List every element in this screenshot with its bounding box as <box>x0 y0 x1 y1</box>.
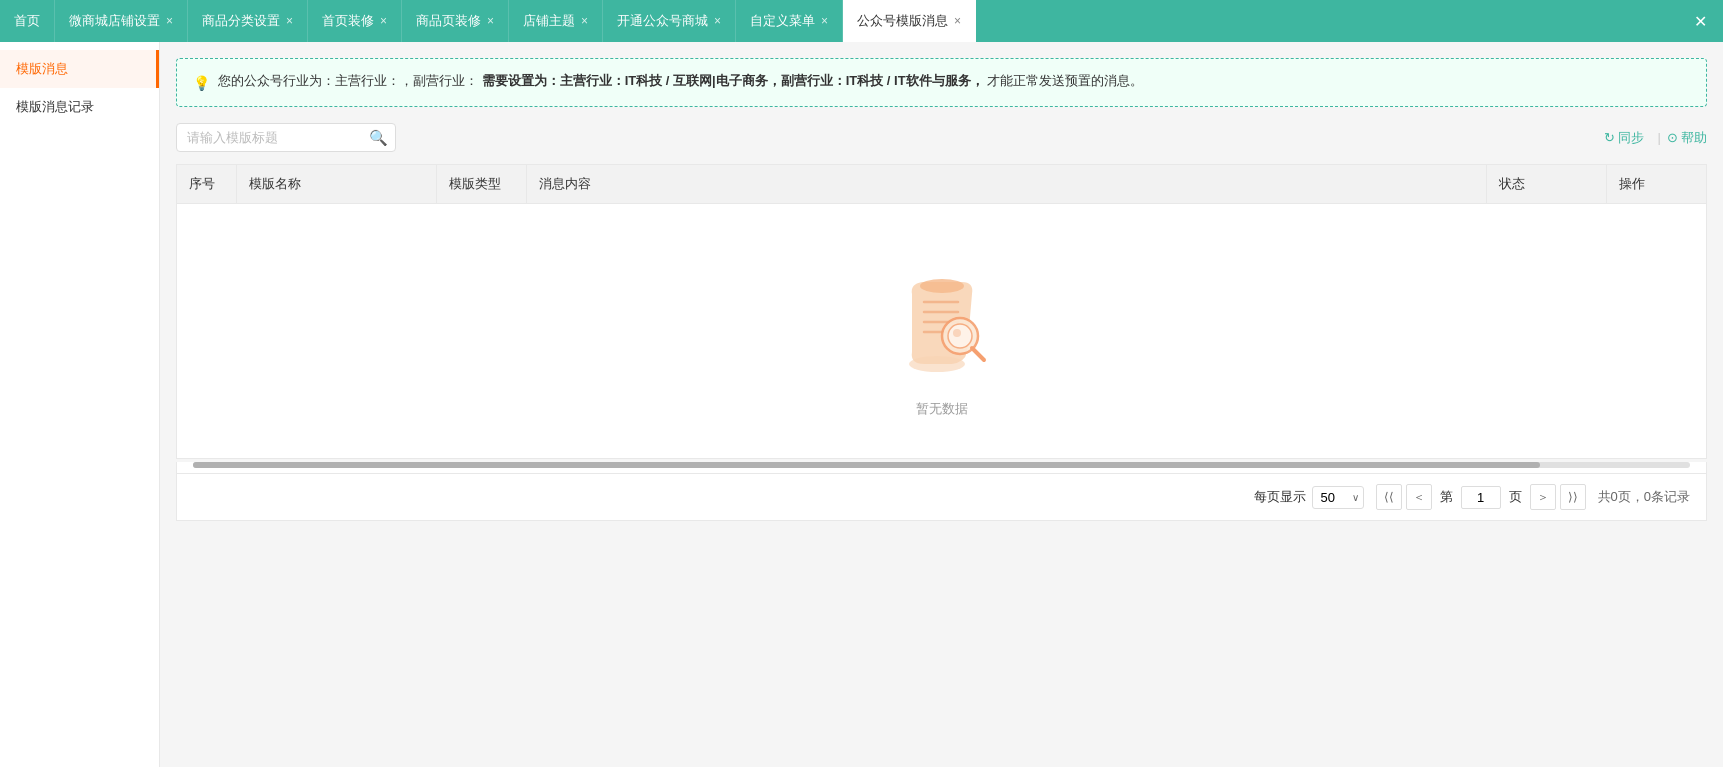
svg-point-7 <box>948 324 972 348</box>
col-header-name: 模版名称 <box>237 165 437 204</box>
page-prefix: 第 <box>1440 488 1453 506</box>
divider: | <box>1658 130 1661 145</box>
pagination-bar: 每页显示 10 20 50 100 ⟨⟨ ＜ 第 页 ＞ ⟩⟩ 共0页，0条记录 <box>176 474 1707 521</box>
nav-tab-home-label: 首页 <box>14 12 40 30</box>
per-page-label: 每页显示 <box>1254 488 1306 506</box>
nav-tab-homepage-decor[interactable]: 首页装修 × <box>308 0 402 42</box>
empty-text: 暂无数据 <box>916 400 968 418</box>
data-table: 序号 模版名称 模版类型 消息内容 状态 操作 <box>176 164 1707 459</box>
nav-tab-category-settings-close[interactable]: × <box>286 14 293 28</box>
nav-tab-shop-settings[interactable]: 微商城店铺设置 × <box>55 0 188 42</box>
col-header-content: 消息内容 <box>527 165 1487 204</box>
nav-tab-shop-settings-close[interactable]: × <box>166 14 173 28</box>
nav-tab-custom-menu-close[interactable]: × <box>821 14 828 28</box>
nav-tab-home[interactable]: 首页 <box>0 0 55 42</box>
sidebar-item-template-msg-record[interactable]: 模版消息记录 <box>0 88 159 126</box>
info-banner: 💡 您的公众号行业为：主营行业：，副营行业： 需要设置为：主营行业：IT科技 /… <box>176 58 1707 107</box>
col-header-status: 状态 <box>1487 165 1607 204</box>
nav-tab-shop-theme[interactable]: 店铺主题 × <box>509 0 603 42</box>
search-bar-right: ↻ 同步 | ⊙ 帮助 <box>1604 129 1707 147</box>
search-input[interactable] <box>176 123 396 152</box>
nav-tab-shop-theme-label: 店铺主题 <box>523 12 575 30</box>
col-header-type: 模版类型 <box>437 165 527 204</box>
help-button[interactable]: ⊙ 帮助 <box>1667 129 1707 147</box>
total-label: 共0页，0条记录 <box>1598 488 1690 506</box>
nav-tab-category-settings[interactable]: 商品分类设置 × <box>188 0 308 42</box>
sidebar: 模版消息 模版消息记录 <box>0 42 160 767</box>
info-banner-prefix: 您的公众号行业为：主营行业：，副营行业： <box>218 73 478 88</box>
current-page-input[interactable] <box>1461 486 1501 509</box>
first-page-button[interactable]: ⟨⟨ <box>1376 484 1402 510</box>
per-page-select-wrap: 10 20 50 100 <box>1312 486 1364 509</box>
empty-illustration <box>882 264 1002 384</box>
search-input-wrap: 🔍 <box>176 123 396 152</box>
nav-tab-homepage-decor-close[interactable]: × <box>380 14 387 28</box>
nav-tab-shop-settings-label: 微商城店铺设置 <box>69 12 160 30</box>
sidebar-item-template-msg-record-label: 模版消息记录 <box>16 99 94 114</box>
prev-page-button[interactable]: ＜ <box>1406 484 1432 510</box>
info-banner-suffix: 才能正常发送预置的消息。 <box>987 73 1143 88</box>
sync-icon: ↻ <box>1604 130 1615 145</box>
sidebar-item-template-msg-label: 模版消息 <box>16 61 68 76</box>
content-area: 💡 您的公众号行业为：主营行业：，副营行业： 需要设置为：主营行业：IT科技 /… <box>160 42 1723 767</box>
search-bar-left: 🔍 <box>176 123 396 152</box>
nav-tab-wechat-template-msg-close[interactable]: × <box>954 14 961 28</box>
scrollbar-thumb[interactable] <box>193 462 1540 468</box>
global-close-button[interactable]: ✕ <box>1678 12 1723 31</box>
top-nav: 首页 微商城店铺设置 × 商品分类设置 × 首页装修 × 商品页装修 × 店铺主… <box>0 0 1723 42</box>
nav-tab-homepage-decor-label: 首页装修 <box>322 12 374 30</box>
svg-point-9 <box>953 329 961 337</box>
nav-tab-open-wechat-shop-label: 开通公众号商城 <box>617 12 708 30</box>
nav-tab-wechat-template-msg[interactable]: 公众号模版消息 × <box>843 0 976 42</box>
sync-button[interactable]: ↻ 同步 <box>1604 129 1644 147</box>
info-banner-highlight: 需要设置为：主营行业：IT科技 / 互联网|电子商务，副营行业：IT科技 / I… <box>482 73 984 88</box>
search-icon: 🔍 <box>369 129 388 146</box>
col-header-index: 序号 <box>177 165 237 204</box>
sync-label: 同步 <box>1618 129 1644 147</box>
nav-tab-product-page-decor[interactable]: 商品页装修 × <box>402 0 509 42</box>
empty-state: 暂无数据 <box>177 204 1706 458</box>
sidebar-item-template-msg[interactable]: 模版消息 <box>0 50 159 88</box>
page-suffix: 页 <box>1509 488 1522 506</box>
nav-tab-shop-theme-close[interactable]: × <box>581 14 588 28</box>
svg-point-1 <box>920 279 964 293</box>
pager: ⟨⟨ ＜ 第 页 ＞ ⟩⟩ <box>1376 484 1586 510</box>
search-bar: 🔍 ↻ 同步 | ⊙ 帮助 <box>176 123 1707 152</box>
table-header-row: 序号 模版名称 模版类型 消息内容 状态 操作 <box>177 165 1707 204</box>
bulb-icon: 💡 <box>193 72 210 94</box>
col-header-action: 操作 <box>1607 165 1707 204</box>
nav-tab-custom-menu-label: 自定义菜单 <box>750 12 815 30</box>
nav-tab-product-page-decor-label: 商品页装修 <box>416 12 481 30</box>
nav-tab-open-wechat-shop[interactable]: 开通公众号商城 × <box>603 0 736 42</box>
search-button[interactable]: 🔍 <box>369 129 388 147</box>
help-icon: ⊙ <box>1667 130 1678 145</box>
nav-tab-product-page-decor-close[interactable]: × <box>487 14 494 28</box>
next-page-button[interactable]: ＞ <box>1530 484 1556 510</box>
main-layout: 模版消息 模版消息记录 💡 您的公众号行业为：主营行业：，副营行业： 需要设置为… <box>0 42 1723 767</box>
empty-state-row: 暂无数据 <box>177 204 1707 459</box>
help-label: 帮助 <box>1681 129 1707 147</box>
svg-line-8 <box>972 348 984 360</box>
nav-tab-category-settings-label: 商品分类设置 <box>202 12 280 30</box>
info-banner-text: 您的公众号行业为：主营行业：，副营行业： 需要设置为：主营行业：IT科技 / 互… <box>218 71 1143 92</box>
scrollbar-area <box>176 462 1707 474</box>
last-page-button[interactable]: ⟩⟩ <box>1560 484 1586 510</box>
scrollbar-track <box>193 462 1690 468</box>
nav-tab-wechat-template-msg-label: 公众号模版消息 <box>857 12 948 30</box>
per-page-select[interactable]: 10 20 50 100 <box>1312 486 1364 509</box>
nav-tab-open-wechat-shop-close[interactable]: × <box>714 14 721 28</box>
nav-tab-custom-menu[interactable]: 自定义菜单 × <box>736 0 843 42</box>
